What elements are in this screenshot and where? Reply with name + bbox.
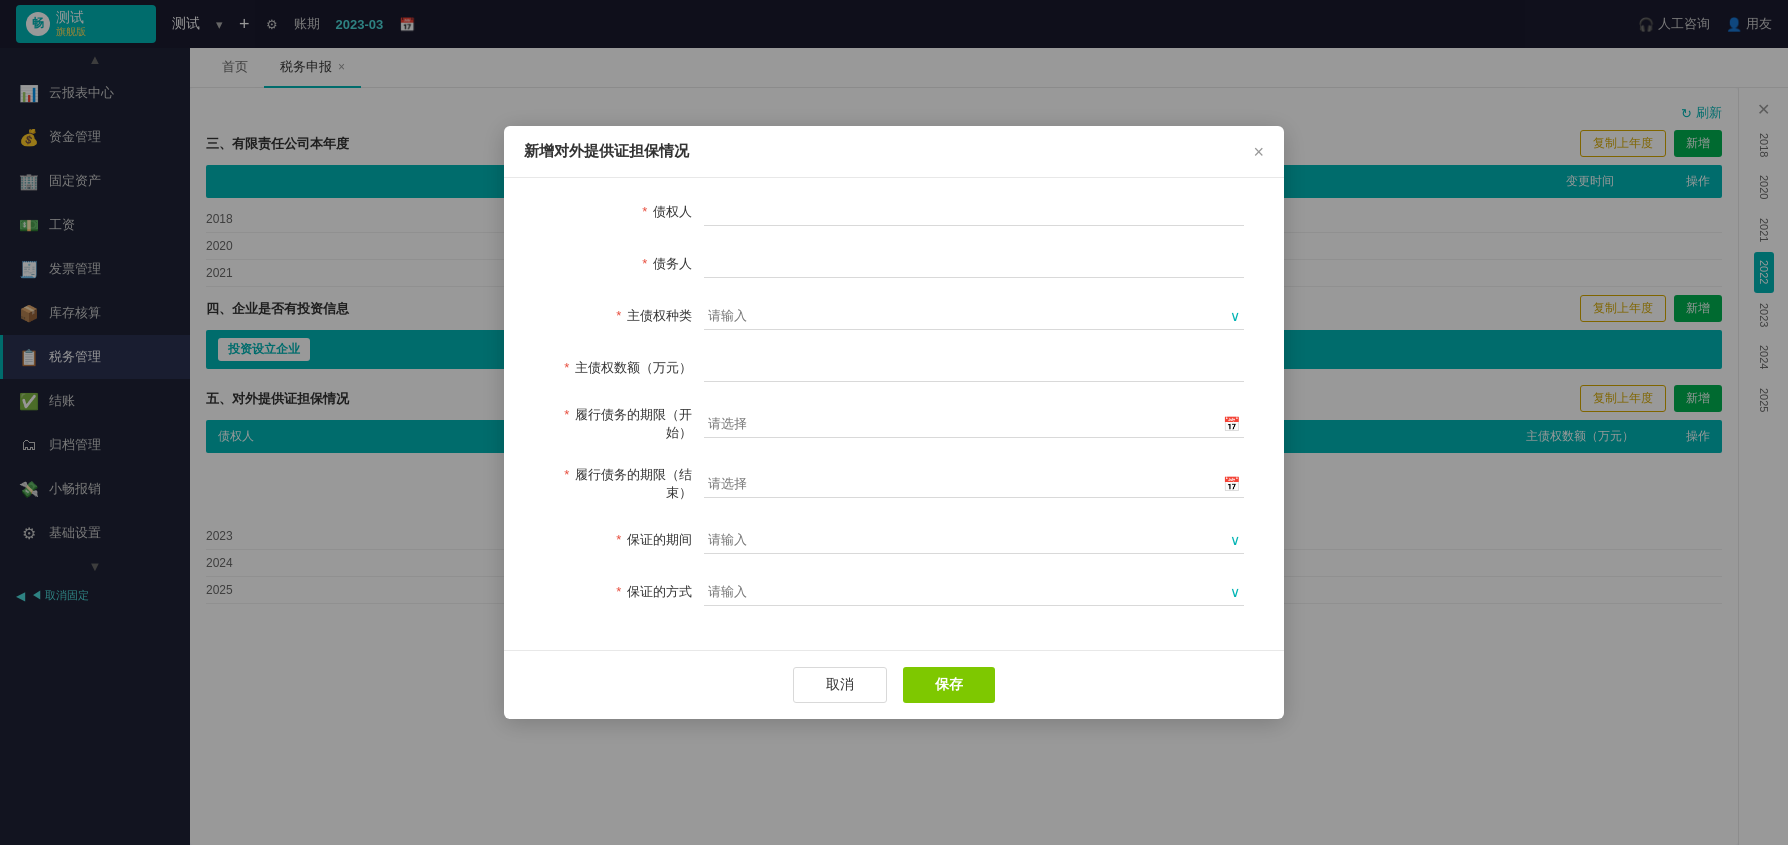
dialog-title: 新增对外提供证担保情况 <box>524 142 689 161</box>
input-claim-type[interactable] <box>704 302 1226 329</box>
guarantee-period-arrow-icon[interactable]: ∨ <box>1226 532 1244 548</box>
form-row-claim-type: * 主债权种类 ∨ <box>544 302 1244 330</box>
label-obligation-end: * 履行债务的期限（结束） <box>544 466 704 502</box>
input-obligation-end[interactable] <box>704 470 1219 497</box>
select-claim-type: ∨ <box>704 302 1244 330</box>
label-claim-type: * 主债权种类 <box>544 307 704 325</box>
label-claim-amount: * 主债权数额（万元） <box>544 359 704 377</box>
dialog: 新增对外提供证担保情况 × * 债权人 * 债务人 <box>504 126 1284 719</box>
calendar-end-icon[interactable]: 📅 <box>1219 476 1244 492</box>
label-obligation-start: * 履行债务的期限（开始） <box>544 406 704 442</box>
dialog-header: 新增对外提供证担保情况 × <box>504 126 1284 178</box>
form-row-obligation-end: * 履行债务的期限（结束） 📅 <box>544 466 1244 502</box>
form-row-guarantee-method: * 保证的方式 ∨ <box>544 578 1244 606</box>
claim-type-arrow-icon[interactable]: ∨ <box>1226 308 1244 324</box>
label-debtor: * 债务人 <box>544 255 704 273</box>
input-debtor[interactable] <box>704 250 1244 278</box>
form-row-obligation-start: * 履行债务的期限（开始） 📅 <box>544 406 1244 442</box>
select-guarantee-period: ∨ <box>704 526 1244 554</box>
input-obligation-start[interactable] <box>704 410 1219 437</box>
dialog-body: * 债权人 * 债务人 * 主债权种类 <box>504 178 1284 650</box>
guarantee-method-arrow-icon[interactable]: ∨ <box>1226 584 1244 600</box>
label-creditor: * 债权人 <box>544 203 704 221</box>
form-row-claim-amount: * 主债权数额（万元） <box>544 354 1244 382</box>
date-obligation-start: 📅 <box>704 410 1244 438</box>
input-guarantee-method[interactable] <box>704 578 1226 605</box>
form-row-guarantee-period: * 保证的期间 ∨ <box>544 526 1244 554</box>
label-guarantee-method: * 保证的方式 <box>544 583 704 601</box>
form-row-creditor: * 债权人 <box>544 198 1244 226</box>
label-guarantee-period: * 保证的期间 <box>544 531 704 549</box>
save-button[interactable]: 保存 <box>903 667 995 703</box>
dialog-overlay: 新增对外提供证担保情况 × * 债权人 * 债务人 <box>0 0 1788 845</box>
cancel-button[interactable]: 取消 <box>793 667 887 703</box>
input-claim-amount[interactable] <box>704 354 1244 382</box>
date-obligation-end: 📅 <box>704 470 1244 498</box>
dialog-footer: 取消 保存 <box>504 650 1284 719</box>
dialog-close-button[interactable]: × <box>1253 143 1264 161</box>
form-row-debtor: * 债务人 <box>544 250 1244 278</box>
select-guarantee-method: ∨ <box>704 578 1244 606</box>
input-guarantee-period[interactable] <box>704 526 1226 553</box>
calendar-start-icon[interactable]: 📅 <box>1219 416 1244 432</box>
input-creditor[interactable] <box>704 198 1244 226</box>
